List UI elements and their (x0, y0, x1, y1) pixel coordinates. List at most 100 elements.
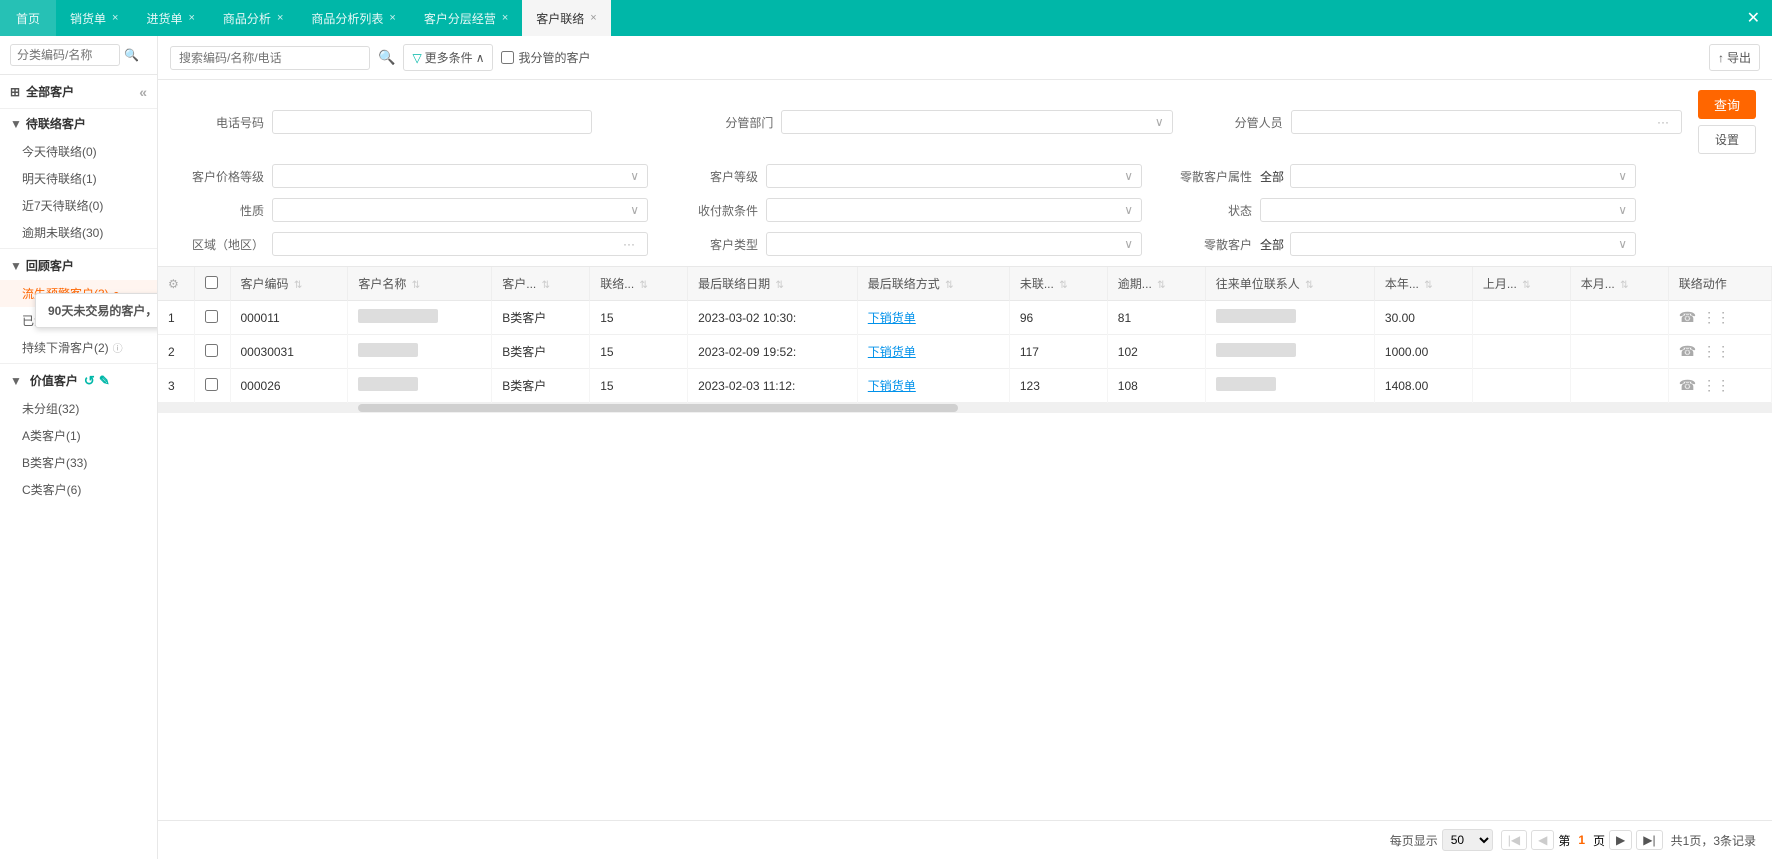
sidebar-all-customers[interactable]: ⊞ 全部客户 « (0, 75, 157, 109)
per-page-select[interactable]: 50 100 200 (1442, 829, 1493, 851)
row-checkbox-3[interactable] (205, 378, 218, 391)
price-level-select[interactable]: ∨ (272, 164, 648, 188)
contact-icon-3[interactable]: ☎ (1679, 377, 1696, 394)
last-page-button[interactable]: ▶| (1636, 830, 1662, 850)
sort-overdue-icon[interactable]: ⇅ (1157, 280, 1165, 291)
sidebar-search-input[interactable] (10, 44, 120, 66)
row-checkbox-1[interactable] (205, 310, 218, 323)
contact-icon-1[interactable]: ☎ (1679, 309, 1696, 326)
settings-button[interactable]: 设置 (1698, 125, 1756, 154)
phone-input[interactable] (272, 110, 592, 134)
tab-product-analysis[interactable]: 商品分析 × (209, 0, 297, 36)
area-ellipsis-icon[interactable]: ··· (619, 237, 639, 251)
tab-sales-order[interactable]: 销货单 × (56, 0, 132, 36)
select-all-checkbox[interactable] (205, 276, 218, 289)
retail-attr-select[interactable]: ∨ (1290, 164, 1636, 188)
sidebar-item-ungrouped[interactable]: 未分组(32) (0, 395, 157, 422)
th-this-year: 本年... ⇅ (1374, 267, 1472, 301)
status-down-arrow-icon: ∨ (1618, 203, 1627, 217)
sort-last-method-icon[interactable]: ⇅ (945, 280, 953, 291)
more-actions-icon-3[interactable]: ⋮⋮ (1702, 377, 1730, 394)
contacts-blur-2 (1216, 343, 1296, 357)
my-customers-checkbox[interactable] (501, 51, 514, 64)
search-button[interactable]: 🔍 (378, 49, 395, 66)
close-product-analysis-list-icon[interactable]: × (389, 13, 395, 24)
status-select[interactable]: ∨ (1260, 198, 1636, 222)
close-purchase-order-icon[interactable]: × (188, 13, 194, 24)
sort-this-month-icon[interactable]: ⇅ (1620, 280, 1628, 291)
grid-icon: ⊞ (10, 85, 20, 99)
sort-contacts-icon[interactable]: ⇅ (1305, 280, 1313, 291)
search-input[interactable] (170, 46, 370, 70)
sidebar-section-value[interactable]: ▼ 价值客户 ↺ ✎ (0, 366, 157, 395)
close-customer-layering-icon[interactable]: × (502, 13, 508, 24)
person-select[interactable]: ··· (1291, 110, 1682, 134)
customer-type-select[interactable]: ∨ (766, 232, 1142, 256)
level-down-arrow-icon: ∨ (1124, 169, 1133, 183)
more-actions-icon-2[interactable]: ⋮⋮ (1702, 343, 1730, 360)
prev-page-button[interactable]: ◀ (1531, 830, 1554, 850)
sidebar-item-class-c[interactable]: C类客户(6) (0, 476, 157, 503)
close-product-analysis-icon[interactable]: × (277, 13, 283, 24)
table-row: 1 000011 B类客户 15 2023-03-02 10:30: 下销货单 … (158, 301, 1772, 335)
tab-purchase-order[interactable]: 进货单 × (132, 0, 208, 36)
edit-icon[interactable]: ✎ (99, 373, 110, 389)
contact-icon-2[interactable]: ☎ (1679, 343, 1696, 360)
sort-name-icon[interactable]: ⇅ (412, 280, 420, 291)
tab-product-analysis-list[interactable]: 商品分析列表 × (297, 0, 409, 36)
last-method-link-3[interactable]: 下销货单 (868, 379, 916, 393)
row-checkbox-2[interactable] (205, 344, 218, 357)
sidebar-item-tomorrow-pending[interactable]: 明天待联络(1) (0, 165, 157, 192)
filter-row-3: 性质 ∨ 收付款条件 ∨ 状态 (174, 198, 1756, 222)
tab-home[interactable]: 首页 (0, 0, 56, 36)
sidebar-section-pending[interactable]: ▼ 待联络客户 (0, 109, 157, 138)
dept-down-arrow-icon: ∨ (1155, 115, 1164, 129)
tab-customer-layering[interactable]: 客户分层经营 × (410, 0, 522, 36)
sort-contact-count-icon[interactable]: ⇅ (640, 280, 648, 291)
sort-this-year-icon[interactable]: ⇅ (1424, 280, 1432, 291)
close-sales-order-icon[interactable]: × (112, 13, 118, 24)
last-method-link-2[interactable]: 下销货单 (868, 345, 916, 359)
close-customer-contact-icon[interactable]: × (590, 13, 596, 24)
last-method-link-1[interactable]: 下销货单 (868, 311, 916, 325)
sort-uncontacted-icon[interactable]: ⇅ (1059, 280, 1067, 291)
area-select[interactable]: ··· (272, 232, 648, 256)
sidebar-item-class-b[interactable]: B类客户(33) (0, 449, 157, 476)
sort-type-icon[interactable]: ⇅ (542, 280, 550, 291)
refresh-icon[interactable]: ↺ (84, 373, 95, 389)
filter-field-person: 分管人员 ··· (1193, 110, 1682, 134)
sort-last-month-icon[interactable]: ⇅ (1522, 280, 1530, 291)
td-overdue-2: 102 (1107, 335, 1205, 369)
sidebar-item-today-pending[interactable]: 今天待联络(0) (0, 138, 157, 165)
sidebar-item-7days-pending[interactable]: 近7天待联络(0) (0, 192, 157, 219)
sidebar-item-declining[interactable]: 持续下滑客户(2) ⓘ (0, 334, 157, 361)
sidebar-search-icon[interactable]: 🔍 (124, 48, 139, 62)
sidebar-item-overdue-pending[interactable]: 逾期未联络(30) (0, 219, 157, 246)
payment-select[interactable]: ∨ (766, 198, 1142, 222)
retail-customer-select[interactable]: ∨ (1290, 232, 1636, 256)
person-ellipsis-icon[interactable]: ··· (1653, 115, 1673, 129)
horizontal-scrollbar[interactable] (158, 403, 1772, 413)
sort-code-icon[interactable]: ⇅ (294, 280, 302, 291)
query-button[interactable]: 查询 (1698, 90, 1756, 119)
dept-select[interactable]: ∨ (781, 110, 1172, 134)
status-label: 状态 (1162, 202, 1252, 219)
first-page-button[interactable]: |◀ (1501, 830, 1527, 850)
next-page-button[interactable]: ▶ (1609, 830, 1632, 850)
more-conditions-button[interactable]: ▽ 更多条件 ∧ (403, 44, 493, 71)
arrow-down-icon-value: ▼ (10, 374, 22, 388)
tab-customer-contact[interactable]: 客户联络 × (522, 0, 610, 36)
my-customers-checkbox-label[interactable]: 我分管的客户 (501, 49, 590, 66)
more-actions-icon-1[interactable]: ⋮⋮ (1702, 309, 1730, 326)
export-button[interactable]: ↑ 导出 (1709, 44, 1760, 71)
sidebar-item-class-a[interactable]: A类客户(1) (0, 422, 157, 449)
gender-select[interactable]: ∨ (272, 198, 648, 222)
column-settings-icon[interactable]: ⚙ (168, 277, 179, 291)
window-close-icon[interactable]: ✕ (1747, 8, 1772, 28)
sort-last-date-icon[interactable]: ⇅ (775, 280, 783, 291)
level-select[interactable]: ∨ (766, 164, 1142, 188)
scrollbar-thumb[interactable] (358, 404, 958, 412)
customer-table: ⚙ 客户编码 ⇅ 客户名称 ⇅ (158, 267, 1772, 403)
name-blur-1 (358, 309, 438, 323)
sidebar-section-review[interactable]: ▼ 回顾客户 90天未交易的客户，可能有流失风险。 (0, 251, 157, 280)
